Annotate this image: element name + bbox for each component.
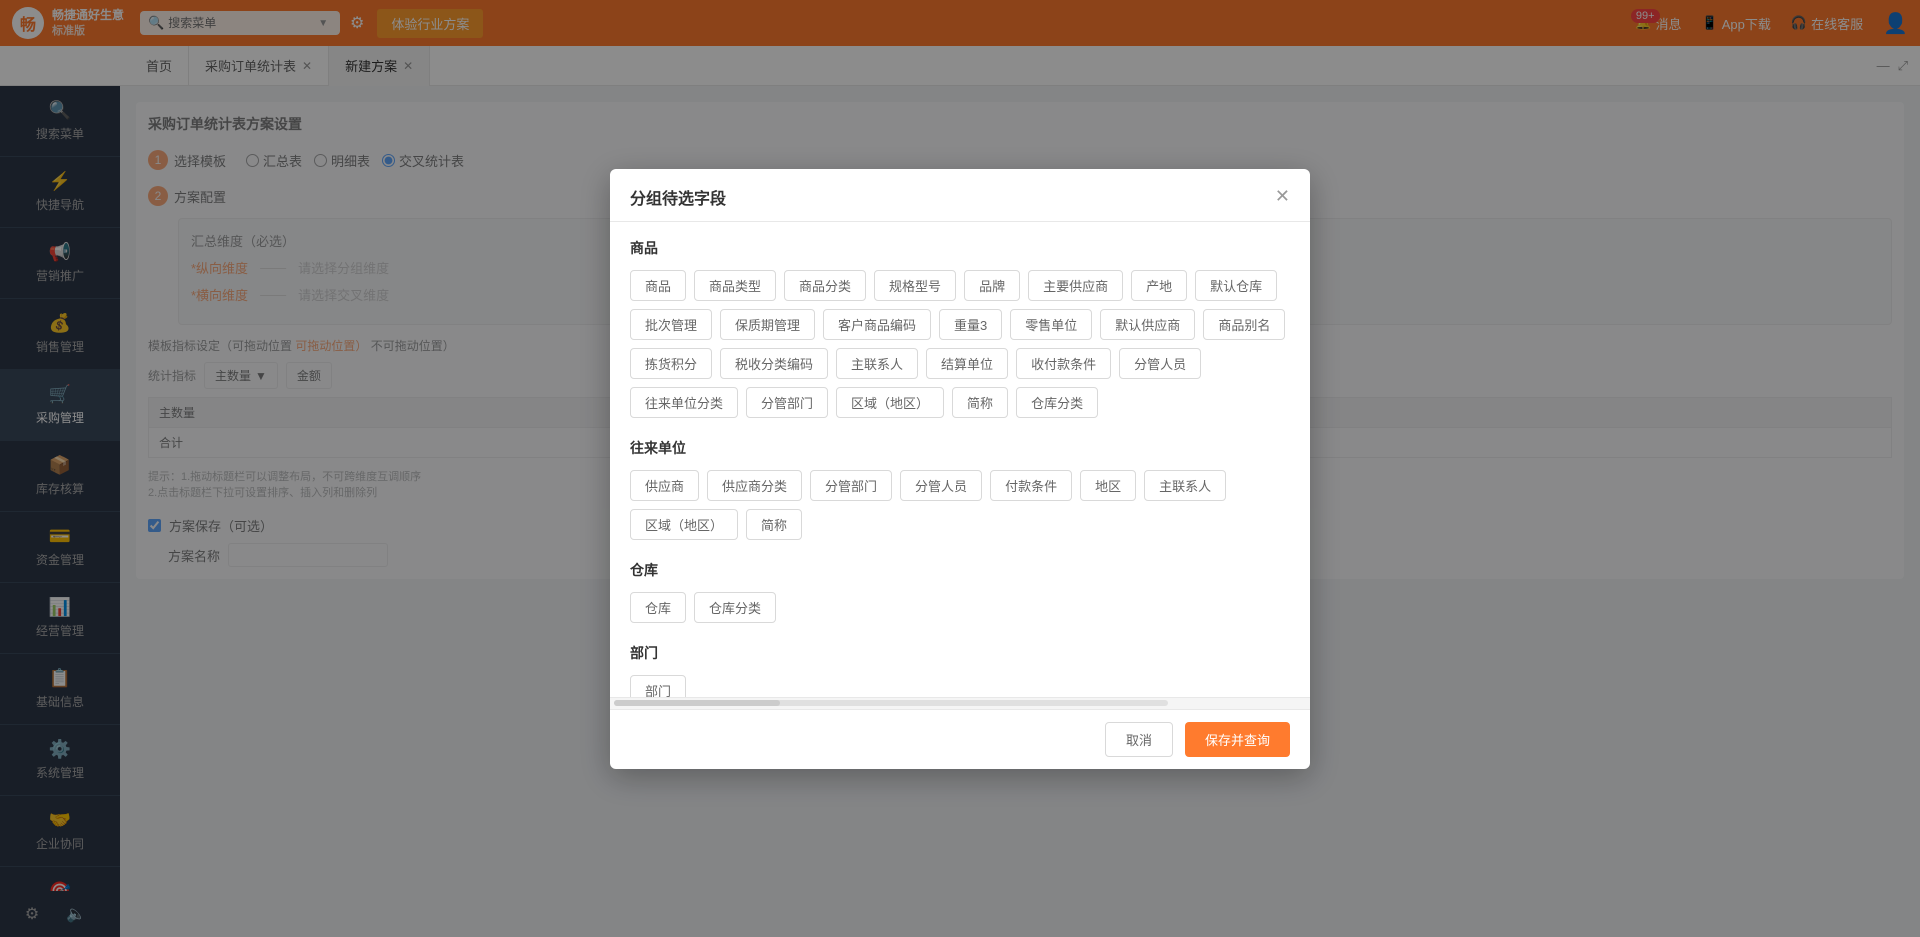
confirm-button[interactable]: 保存并查询 <box>1185 722 1290 757</box>
tag-partner-0[interactable]: 供应商 <box>630 470 699 501</box>
tag-goods-1[interactable]: 商品类型 <box>694 270 776 301</box>
modal-footer: 取消 保存并查询 <box>610 709 1310 769</box>
modal: 分组待选字段 ✕ 商品 商品 商品类型 商品分类 规格型号 品牌 主要供应商 产… <box>610 169 1310 769</box>
tag-goods-10[interactable]: 客户商品编码 <box>823 309 931 340</box>
tag-goods-5[interactable]: 主要供应商 <box>1028 270 1123 301</box>
tag-goods-2[interactable]: 商品分类 <box>784 270 866 301</box>
scrollbar-thumb[interactable] <box>614 700 780 706</box>
tag-goods-6[interactable]: 产地 <box>1131 270 1187 301</box>
tag-goods-20[interactable]: 分管人员 <box>1119 348 1201 379</box>
section-goods: 商品 商品 商品类型 商品分类 规格型号 品牌 主要供应商 产地 默认仓库 批次… <box>630 238 1290 418</box>
tag-goods-23[interactable]: 区域（地区） <box>836 387 944 418</box>
tag-goods-13[interactable]: 默认供应商 <box>1100 309 1195 340</box>
tag-warehouse-1[interactable]: 仓库分类 <box>694 592 776 623</box>
tag-goods-4[interactable]: 品牌 <box>964 270 1020 301</box>
section-department: 部门 部门 <box>630 643 1290 697</box>
modal-header: 分组待选字段 ✕ <box>610 169 1310 222</box>
tag-goods-12[interactable]: 零售单位 <box>1010 309 1092 340</box>
cancel-button[interactable]: 取消 <box>1105 722 1173 757</box>
tag-goods-11[interactable]: 重量3 <box>939 309 1002 340</box>
tag-goods-18[interactable]: 结算单位 <box>926 348 1008 379</box>
tag-goods-22[interactable]: 分管部门 <box>746 387 828 418</box>
tag-goods-0[interactable]: 商品 <box>630 270 686 301</box>
section-warehouse: 仓库 仓库 仓库分类 <box>630 560 1290 623</box>
tag-goods-8[interactable]: 批次管理 <box>630 309 712 340</box>
tag-partner-7[interactable]: 区域（地区） <box>630 509 738 540</box>
section-partner-title: 往来单位 <box>630 438 1290 458</box>
tag-goods-24[interactable]: 简称 <box>952 387 1008 418</box>
section-warehouse-title: 仓库 <box>630 560 1290 580</box>
tag-partner-1[interactable]: 供应商分类 <box>707 470 802 501</box>
tag-department-0[interactable]: 部门 <box>630 675 686 697</box>
section-goods-title: 商品 <box>630 238 1290 258</box>
tag-goods-15[interactable]: 拣货积分 <box>630 348 712 379</box>
section-partner: 往来单位 供应商 供应商分类 分管部门 分管人员 付款条件 地区 主联系人 区域… <box>630 438 1290 540</box>
tag-goods-16[interactable]: 税收分类编码 <box>720 348 828 379</box>
partner-tags: 供应商 供应商分类 分管部门 分管人员 付款条件 地区 主联系人 区域（地区） … <box>630 470 1290 540</box>
department-tags: 部门 <box>630 675 1290 697</box>
tag-goods-17[interactable]: 主联系人 <box>836 348 918 379</box>
modal-title: 分组待选字段 <box>630 185 726 209</box>
tag-partner-5[interactable]: 地区 <box>1080 470 1136 501</box>
tag-goods-19[interactable]: 收付款条件 <box>1016 348 1111 379</box>
modal-body: 商品 商品 商品类型 商品分类 规格型号 品牌 主要供应商 产地 默认仓库 批次… <box>610 222 1310 697</box>
tag-goods-14[interactable]: 商品别名 <box>1203 309 1285 340</box>
tag-partner-2[interactable]: 分管部门 <box>810 470 892 501</box>
tag-partner-3[interactable]: 分管人员 <box>900 470 982 501</box>
tag-goods-21[interactable]: 往来单位分类 <box>630 387 738 418</box>
tag-goods-25[interactable]: 仓库分类 <box>1016 387 1098 418</box>
tag-goods-3[interactable]: 规格型号 <box>874 270 956 301</box>
close-icon[interactable]: ✕ <box>1275 186 1290 207</box>
warehouse-tags: 仓库 仓库分类 <box>630 592 1290 623</box>
tag-goods-9[interactable]: 保质期管理 <box>720 309 815 340</box>
tag-warehouse-0[interactable]: 仓库 <box>630 592 686 623</box>
goods-tags: 商品 商品类型 商品分类 规格型号 品牌 主要供应商 产地 默认仓库 批次管理 … <box>630 270 1290 418</box>
tag-goods-7[interactable]: 默认仓库 <box>1195 270 1277 301</box>
tag-partner-6[interactable]: 主联系人 <box>1144 470 1226 501</box>
modal-overlay: 分组待选字段 ✕ 商品 商品 商品类型 商品分类 规格型号 品牌 主要供应商 产… <box>0 0 1920 937</box>
tag-partner-8[interactable]: 简称 <box>746 509 802 540</box>
scrollbar-track <box>614 700 1168 706</box>
modal-scrollbar-bottom <box>610 697 1310 709</box>
section-department-title: 部门 <box>630 643 1290 663</box>
tag-partner-4[interactable]: 付款条件 <box>990 470 1072 501</box>
